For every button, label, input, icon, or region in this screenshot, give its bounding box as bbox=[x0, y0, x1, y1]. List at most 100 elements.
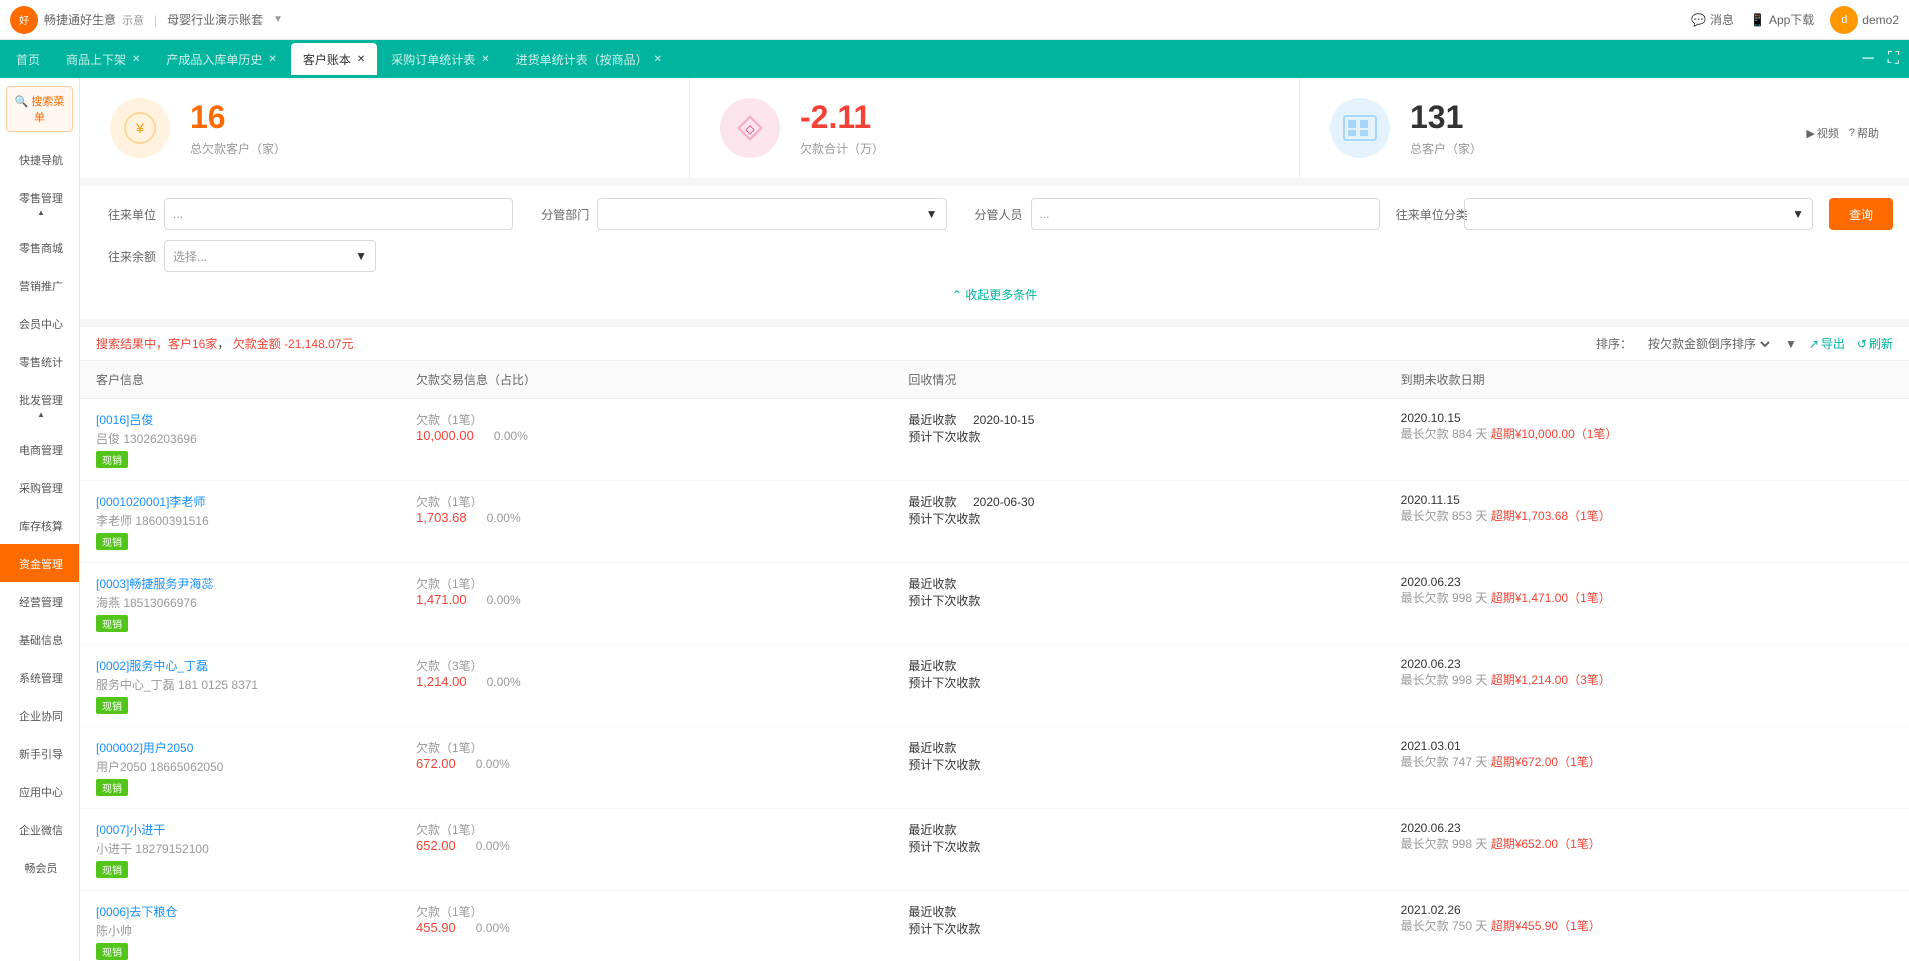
overdue-amount-6[interactable]: 超期¥652.00（1笔） bbox=[1491, 837, 1601, 851]
results-actions: 排序： 按欠款金额倒序排序 ▼ ↗ 导出 ↺ 刷新 bbox=[1596, 335, 1893, 352]
sidebar-item-retail-mgmt[interactable]: 零售管理 ▲ bbox=[0, 178, 79, 228]
balance-select[interactable]: 选择... ▼ bbox=[164, 240, 376, 272]
sidebar-item-retail-stat[interactable]: 零售统计 bbox=[0, 342, 79, 380]
source-unit-input[interactable]: ... bbox=[164, 198, 513, 230]
company-dropdown-icon[interactable]: ▼ bbox=[273, 14, 283, 25]
overdue-amount-1[interactable]: 超期¥10,000.00（1笔） bbox=[1491, 427, 1618, 441]
tab-home[interactable]: 首页 bbox=[4, 43, 52, 75]
source-unit-label: 往来单位 bbox=[96, 206, 156, 223]
debt-percent-5: 0.00% bbox=[476, 757, 510, 771]
sidebar-item-vip-member[interactable]: 畅会员 bbox=[0, 848, 79, 886]
sidebar-item-operation[interactable]: 经营管理 bbox=[0, 582, 79, 620]
export-btn[interactable]: ↗ 导出 bbox=[1809, 335, 1845, 352]
table-row: [0006]去下粮仓 陈小帅 现销 欠款（1笔） 455.90 0.00% 最近… bbox=[80, 891, 1909, 961]
sidebar-item-purchase[interactable]: 采购管理 bbox=[0, 468, 79, 506]
collapse-label: 收起更多条件 bbox=[965, 288, 1037, 302]
sidebar-search-btn[interactable]: 🔍 搜索菜单 bbox=[6, 86, 73, 132]
unit-class-filter: 往来单位分类 ▼ bbox=[1396, 198, 1813, 230]
customer-cell-2: [0001020001]李老师 李老师 18600391516 现销 bbox=[96, 493, 416, 550]
refresh-btn[interactable]: ↺ 刷新 bbox=[1857, 335, 1893, 352]
next-payment-5: 预计下次收款 bbox=[908, 756, 1400, 773]
sidebar-item-batch-mgmt[interactable]: 批发管理 ▲ bbox=[0, 380, 79, 430]
customer-name-3[interactable]: [0003]畅捷服务尹海蕊 bbox=[96, 575, 416, 592]
tab-customer-account[interactable]: 客户账本 ✕ bbox=[291, 43, 377, 75]
customer-name-4[interactable]: [0002]服务中心_丁磊 bbox=[96, 657, 416, 674]
debt-cell-1: 欠款（1笔） 10,000.00 0.00% bbox=[416, 411, 908, 468]
sidebar-item-marketing[interactable]: 营销推广 bbox=[0, 266, 79, 304]
customer-tag-4: 现销 bbox=[96, 697, 128, 714]
sidebar-item-basic[interactable]: 基础信息 bbox=[0, 620, 79, 658]
overdue-amount-7[interactable]: 超期¥455.90（1笔） bbox=[1491, 919, 1601, 933]
sidebar-item-new-guide[interactable]: 新手引导 bbox=[0, 734, 79, 772]
tab-product-shelf[interactable]: 商品上下架 ✕ bbox=[54, 43, 152, 75]
tab-purchase-order-close[interactable]: ✕ bbox=[481, 54, 489, 65]
sidebar-item-enterprise-wechat[interactable]: 企业微信 bbox=[0, 810, 79, 848]
stat-owed-customers-number: 16 bbox=[190, 99, 286, 136]
sub-brand: 示意 bbox=[122, 12, 144, 28]
tab-product-inbound[interactable]: 产成品入库单历史 ✕ bbox=[154, 43, 288, 75]
debt-amount-5: 672.00 bbox=[416, 756, 456, 771]
video-link[interactable]: ▶ 视频 bbox=[1806, 125, 1838, 141]
due-cell-1: 2020.10.15 最长欠款 884 天 超期¥10,000.00（1笔） bbox=[1401, 411, 1893, 468]
app-icon: 📱 bbox=[1750, 13, 1765, 27]
debt-cell-7: 欠款（1笔） 455.90 0.00% bbox=[416, 903, 908, 960]
dept-select[interactable]: ▼ bbox=[597, 198, 946, 230]
tab-product-inbound-close[interactable]: ✕ bbox=[268, 54, 276, 65]
export-icon: ↗ bbox=[1809, 337, 1819, 351]
top-bar-right: 💬 消息 📱 App下载 d demo2 bbox=[1691, 6, 1899, 34]
content-area: ¥ 16 总欠款客户（家） ◇ -2.11 欠款合计（万） bbox=[80, 78, 1909, 961]
tab-product-shelf-label: 商品上下架 bbox=[66, 51, 126, 68]
overdue-amount-3[interactable]: 超期¥1,471.00（1笔） bbox=[1491, 591, 1611, 605]
tab-goods-stats-close[interactable]: ✕ bbox=[654, 54, 662, 65]
tab-product-shelf-close[interactable]: ✕ bbox=[132, 54, 140, 65]
message-btn[interactable]: 💬 消息 bbox=[1691, 11, 1734, 28]
sidebar-item-finance[interactable]: 资金管理 bbox=[0, 544, 79, 582]
customer-name-2[interactable]: [0001020001]李老师 bbox=[96, 493, 416, 510]
customer-name-1[interactable]: [0016]吕俊 bbox=[96, 411, 416, 428]
help-link[interactable]: ? 帮助 bbox=[1849, 125, 1879, 141]
debt-amount-row-7: 455.90 0.00% bbox=[416, 920, 908, 935]
logo-icon: 好 bbox=[10, 6, 38, 34]
sidebar-item-system[interactable]: 系统管理 bbox=[0, 658, 79, 696]
app-download-btn[interactable]: 📱 App下载 bbox=[1750, 11, 1814, 28]
customer-name-7[interactable]: [0006]去下粮仓 bbox=[96, 903, 416, 920]
sidebar-item-warehouse[interactable]: 库存核算 bbox=[0, 506, 79, 544]
due-date-2: 2020.11.15 bbox=[1401, 493, 1893, 507]
tab-purchase-order[interactable]: 采购订单统计表 ✕ bbox=[379, 43, 501, 75]
customer-sub-3: 海燕 18513066976 bbox=[96, 594, 416, 611]
overdue-amount-4[interactable]: 超期¥1,214.00（3笔） bbox=[1491, 673, 1611, 687]
collapse-row[interactable]: ⌃ 收起更多条件 bbox=[96, 282, 1893, 307]
overdue-amount-2[interactable]: 超期¥1,703.68（1笔） bbox=[1491, 509, 1611, 523]
collection-cell-6: 最近收款 预计下次收款 bbox=[908, 821, 1400, 878]
sidebar-item-enterprise-coop[interactable]: 企业协同 bbox=[0, 696, 79, 734]
sidebar-item-quick-nav[interactable]: 快捷导航 bbox=[0, 140, 79, 178]
overdue-days-5: 最长欠款 747 天 超期¥672.00（1笔） bbox=[1401, 753, 1893, 770]
due-cell-5: 2021.03.01 最长欠款 747 天 超期¥672.00（1笔） bbox=[1401, 739, 1893, 796]
overdue-days-6: 最长欠款 998 天 超期¥652.00（1笔） bbox=[1401, 835, 1893, 852]
tab-minimize-icon[interactable]: ─ bbox=[1856, 50, 1879, 68]
person-input[interactable]: ... bbox=[1031, 198, 1380, 230]
overdue-amount-5[interactable]: 超期¥672.00（1笔） bbox=[1491, 755, 1601, 769]
dept-label: 分管部门 bbox=[529, 206, 589, 223]
tab-customer-account-close[interactable]: ✕ bbox=[357, 54, 365, 65]
next-payment-7: 预计下次收款 bbox=[908, 920, 1400, 937]
table-row: [0007]小进干 小进干 18279152100 现销 欠款（1笔） 652.… bbox=[80, 809, 1909, 891]
search-button[interactable]: 查询 bbox=[1829, 198, 1893, 230]
company-label[interactable]: 母婴行业演示账套 bbox=[167, 11, 263, 28]
col-due-date: 到期未收款日期 bbox=[1401, 371, 1893, 388]
user-avatar-btn[interactable]: d demo2 bbox=[1830, 6, 1899, 34]
table-row: [0016]吕俊 吕俊 13026203696 现销 欠款（1笔） 10,000… bbox=[80, 399, 1909, 481]
last-payment-3: 最近收款 bbox=[908, 575, 1400, 592]
sidebar-item-ecommerce[interactable]: 电商管理 bbox=[0, 430, 79, 468]
debt-amount-row-4: 1,214.00 0.00% bbox=[416, 674, 908, 689]
sort-select[interactable]: 按欠款金额倒序排序 bbox=[1644, 336, 1773, 352]
unit-class-select[interactable]: ▼ bbox=[1464, 198, 1813, 230]
sidebar-item-member[interactable]: 会员中心 bbox=[0, 304, 79, 342]
sidebar-item-retail-mall[interactable]: 零售商城 bbox=[0, 228, 79, 266]
sidebar-item-app-center[interactable]: 应用中心 bbox=[0, 772, 79, 810]
customer-name-6[interactable]: [0007]小进干 bbox=[96, 821, 416, 838]
customer-name-5[interactable]: [000002]用户2050 bbox=[96, 739, 416, 756]
tab-goods-stats[interactable]: 进货单统计表（按商品） ✕ bbox=[504, 43, 674, 75]
customer-sub-4: 服务中心_丁磊 181 0125 8371 bbox=[96, 676, 416, 693]
tab-expand-icon[interactable]: ⛶ bbox=[1882, 50, 1905, 68]
